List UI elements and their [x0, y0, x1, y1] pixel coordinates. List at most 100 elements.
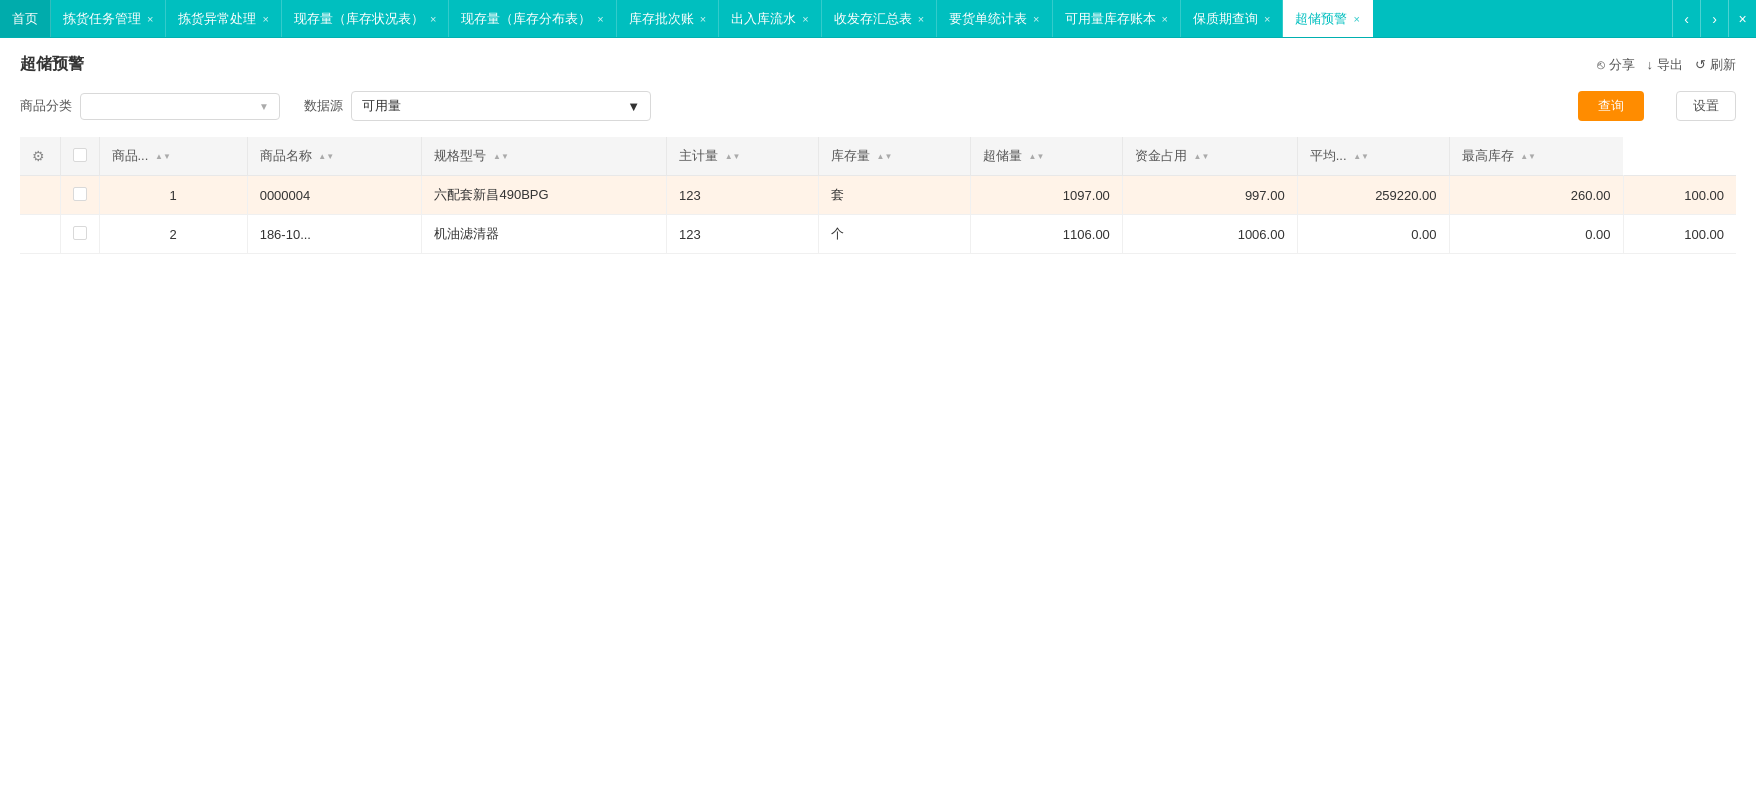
- nav-item-inout-flow[interactable]: 出入库流水×: [719, 0, 821, 37]
- refresh-button[interactable]: ↺ 刷新: [1695, 56, 1736, 74]
- th-avg: 平均... ▲▼: [1297, 137, 1449, 176]
- page-content: 超储预警 ⎋ 分享 ↓ 导出 ↺ 刷新 商品分类 ▼ 数据源: [0, 38, 1756, 270]
- th-unit: 主计量 ▲▼: [667, 137, 819, 176]
- td-product-name: 机油滤清器: [422, 215, 667, 254]
- sort-overstock-qty-icon[interactable]: ▲▼: [1029, 153, 1045, 161]
- th-spec: 规格型号 ▲▼: [422, 137, 667, 176]
- nav-prev-arrow[interactable]: ‹: [1672, 0, 1700, 38]
- nav-item-close[interactable]: ×: [918, 13, 924, 25]
- td-stock-qty: 1097.00: [970, 176, 1122, 215]
- td-stock-qty: 1106.00: [970, 215, 1122, 254]
- nav-next-arrow[interactable]: ›: [1700, 0, 1728, 38]
- td-row-num: 1: [99, 176, 247, 215]
- nav-item-close[interactable]: ×: [262, 13, 268, 25]
- nav-item-label: 保质期查询: [1193, 10, 1258, 28]
- td-avg: 260.00: [1449, 176, 1623, 215]
- sort-spec-icon[interactable]: ▲▼: [493, 153, 509, 161]
- th-max-stock: 最高库存 ▲▼: [1449, 137, 1623, 176]
- refresh-icon: ↺: [1695, 57, 1706, 72]
- nav-item-close[interactable]: ×: [700, 13, 706, 25]
- nav-item-quality-check[interactable]: 保质期查询 ×: [1181, 0, 1283, 37]
- td-overstock-qty: 997.00: [1122, 176, 1297, 215]
- nav-item-label: 现存量（库存分布表）: [461, 10, 591, 28]
- td-capital-occupy: 0.00: [1297, 215, 1449, 254]
- sort-product-code-icon[interactable]: ▲▼: [155, 153, 171, 161]
- product-category-value: [91, 99, 95, 114]
- sort-stock-qty-icon[interactable]: ▲▼: [877, 153, 893, 161]
- th-overstock-qty: 超储量 ▲▼: [970, 137, 1122, 176]
- sort-avg-icon[interactable]: ▲▼: [1353, 153, 1369, 161]
- export-icon: ↓: [1647, 57, 1654, 72]
- nav-item-close[interactable]: ×: [1353, 13, 1359, 25]
- nav-item-label: 要货单统计表: [949, 10, 1027, 28]
- nav-item-overstock-warn[interactable]: 超储预警×: [1283, 0, 1372, 37]
- query-button[interactable]: 查询: [1578, 91, 1644, 121]
- data-table: ⚙ 商品... ▲▼ 商品名称 ▲▼ 规格型号 ▲▼ 主计: [20, 137, 1736, 254]
- page-header: 超储预警 ⎋ 分享 ↓ 导出 ↺ 刷新: [20, 54, 1736, 75]
- td-spec: 123: [667, 176, 819, 215]
- td-unit: 个: [818, 215, 970, 254]
- nav-item-close[interactable]: ×: [1264, 13, 1270, 25]
- nav-item-task-mgmt[interactable]: 拣货任务管理 ×: [51, 0, 166, 37]
- td-checkbox: [60, 215, 99, 254]
- datasource-chevron-icon: ▼: [627, 99, 640, 114]
- nav-scroll-arrows: ‹ › ×: [1672, 0, 1756, 38]
- nav-close-arrow[interactable]: ×: [1728, 0, 1756, 38]
- th-stock-qty: 库存量 ▲▼: [818, 137, 970, 176]
- nav-item-usable-ledger[interactable]: 可用量库存账本×: [1053, 0, 1181, 37]
- nav-item-abnormal[interactable]: 拣货异常处理 ×: [166, 0, 281, 37]
- gear-icon[interactable]: ⚙: [32, 148, 45, 164]
- filter-bar: 商品分类 ▼ 数据源 可用量 ▼ 查询 设置: [20, 91, 1736, 121]
- category-chevron-icon: ▼: [259, 101, 269, 112]
- sort-max-stock-icon[interactable]: ▲▼: [1520, 153, 1536, 161]
- sort-product-name-icon[interactable]: ▲▼: [318, 153, 334, 161]
- data-source-value: 可用量: [362, 97, 401, 115]
- th-capital-occupy: 资金占用 ▲▼: [1122, 137, 1297, 176]
- nav-item-close[interactable]: ×: [802, 13, 808, 25]
- table-row: 1 0000004 六配套新昌490BPG 123 套 1097.00 997.…: [20, 176, 1736, 215]
- td-product-name: 六配套新昌490BPG: [422, 176, 667, 215]
- nav-item-batch-ledger[interactable]: 库存批次账 ×: [617, 0, 719, 37]
- nav-item-close[interactable]: ×: [1162, 13, 1168, 25]
- nav-item-close[interactable]: ×: [430, 13, 436, 25]
- product-category-select[interactable]: ▼: [80, 93, 280, 120]
- nav-item-stock-dist[interactable]: 现存量（库存分布表） ×: [449, 0, 616, 37]
- share-button[interactable]: ⎋ 分享: [1597, 56, 1635, 74]
- top-navigation: 首页拣货任务管理×拣货异常处理×现存量（库存状况表）×现存量（库存分布表）×库存…: [0, 0, 1756, 38]
- nav-item-close[interactable]: ×: [1033, 13, 1039, 25]
- nav-item-close[interactable]: ×: [147, 13, 153, 25]
- sort-unit-icon[interactable]: ▲▼: [725, 153, 741, 161]
- td-gear: [20, 176, 60, 215]
- td-unit: 套: [818, 176, 970, 215]
- nav-item-home[interactable]: 首页: [0, 0, 51, 37]
- nav-item-stock-status[interactable]: 现存量（库存状况表） ×: [282, 0, 449, 37]
- settings-button[interactable]: 设置: [1676, 91, 1736, 121]
- td-max-stock: 100.00: [1623, 215, 1736, 254]
- table-body: 1 0000004 六配套新昌490BPG 123 套 1097.00 997.…: [20, 176, 1736, 254]
- nav-item-label: 库存批次账: [629, 10, 694, 28]
- row-checkbox[interactable]: [73, 187, 87, 201]
- nav-item-close[interactable]: ×: [597, 13, 603, 25]
- sort-capital-icon[interactable]: ▲▼: [1193, 153, 1209, 161]
- nav-item-label: 拣货异常处理: [178, 10, 256, 28]
- nav-item-order-stats[interactable]: 要货单统计表 ×: [937, 0, 1052, 37]
- page-title: 超储预警: [20, 54, 84, 75]
- td-product-code: 186-10...: [247, 215, 422, 254]
- export-button[interactable]: ↓ 导出: [1647, 56, 1684, 74]
- td-product-code: 0000004: [247, 176, 422, 215]
- row-checkbox[interactable]: [73, 226, 87, 240]
- table-header: ⚙ 商品... ▲▼ 商品名称 ▲▼ 规格型号 ▲▼ 主计: [20, 137, 1736, 176]
- header-checkbox[interactable]: [73, 148, 87, 162]
- data-source-filter: 数据源 可用量 ▼: [304, 91, 651, 121]
- td-checkbox: [60, 176, 99, 215]
- data-source-select[interactable]: 可用量 ▼: [351, 91, 651, 121]
- product-category-label: 商品分类: [20, 97, 72, 115]
- nav-item-label: 拣货任务管理: [63, 10, 141, 28]
- nav-item-recv-send[interactable]: 收发存汇总表 ×: [822, 0, 937, 37]
- data-source-label: 数据源: [304, 97, 343, 115]
- th-gear: ⚙: [20, 137, 60, 176]
- nav-item-label: 现存量（库存状况表）: [294, 10, 424, 28]
- nav-item-label: 收发存汇总表: [834, 10, 912, 28]
- td-capital-occupy: 259220.00: [1297, 176, 1449, 215]
- table-row: 2 186-10... 机油滤清器 123 个 1106.00 1006.00 …: [20, 215, 1736, 254]
